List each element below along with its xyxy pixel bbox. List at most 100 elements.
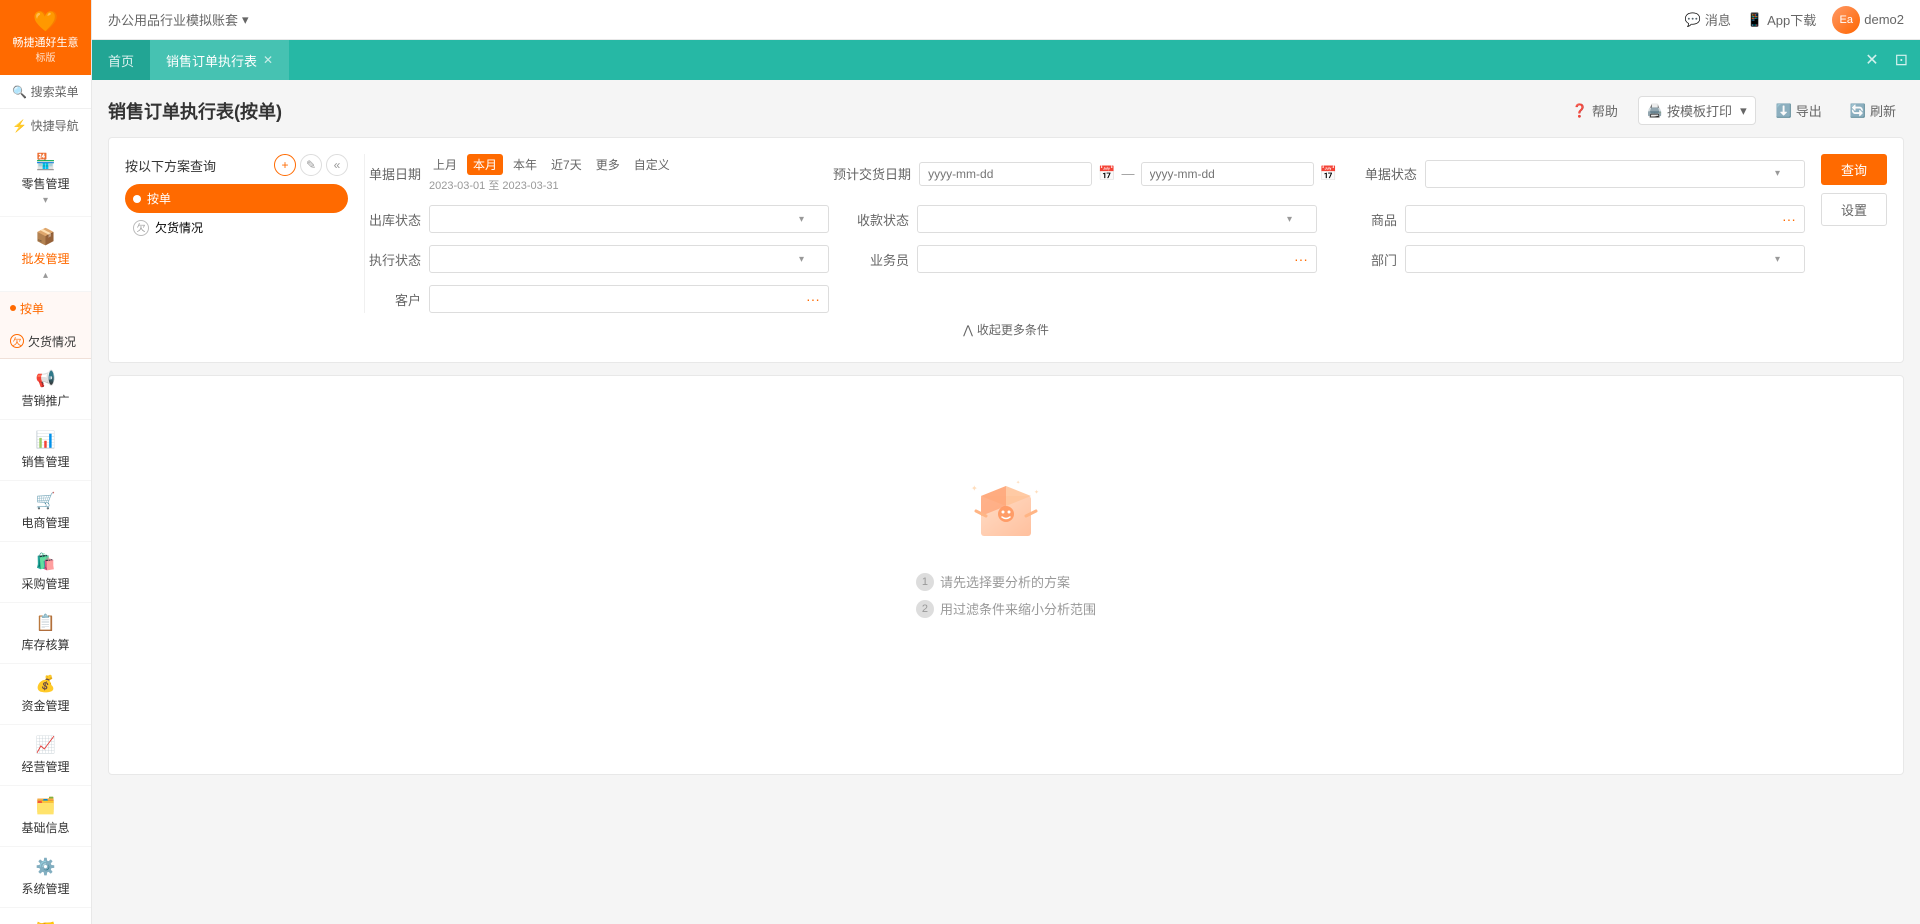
app-logo[interactable]: 🧡 畅捷通好生意 标版 (0, 0, 91, 75)
customer-select[interactable]: ··· (429, 285, 829, 313)
scheme-dot-icon (133, 195, 141, 203)
system-label: 系统管理 (21, 880, 69, 897)
date-tab-this-year[interactable]: 本年 (509, 154, 541, 175)
help-btn[interactable]: ❓ 帮助 (1564, 97, 1626, 124)
scheme-add-btn[interactable]: + (274, 154, 296, 176)
sidebar: 🧡 畅捷通好生意 标版 🔍 搜索菜单 ⚡ 快捷导航 🏪 零售管理 ▾ 📦 批发管… (0, 0, 92, 924)
filter-row-3: 执行状态 ▾ 业务员 ··· (365, 245, 1805, 273)
date-label: 单据日期 (365, 164, 421, 183)
empty-state: ✦ ✦ ✦ 1 请先选择要分析的方案 2 用过滤条件来缩小分析范围 (109, 376, 1903, 698)
date-tab-last-month[interactable]: 上月 (429, 154, 461, 175)
date-tabs: 上月 本月 本年 近7天 更多 自定义 (429, 154, 809, 175)
scheme-item-order[interactable]: 按单 (125, 184, 348, 213)
inventory-icon: 📋 (36, 613, 56, 633)
query-btn[interactable]: 查询 (1821, 154, 1887, 185)
empty-illustration: ✦ ✦ ✦ (956, 456, 1056, 556)
filter-row-1: 单据日期 上月 本月 本年 近7天 更多 自定义 20 (365, 154, 1805, 193)
expected-date-inputs: 📅 — 📅 (919, 162, 1337, 186)
header-right: 💬 消息 📱 App下载 Ea demo2 (1685, 6, 1904, 34)
ship-chevron-icon: ▾ (799, 214, 804, 225)
svg-text:✦: ✦ (971, 484, 978, 493)
retail-arrow-icon: ▾ (43, 195, 48, 206)
dept-chevron-icon: ▾ (1775, 254, 1780, 265)
scheme-edit-btn[interactable]: ✎ (300, 154, 322, 176)
industry-dropdown-icon: ▾ (242, 12, 249, 28)
filter-row-2: 出库状态 ▾ 收款状态 ▾ (365, 205, 1805, 233)
app-download-btn[interactable]: 📱 App下载 (1747, 10, 1816, 29)
expected-date-to[interactable] (1141, 162, 1314, 186)
exec-label: 执行状态 (365, 250, 421, 269)
sidebar-item-wholesale[interactable]: 📦 批发管理 ▴ (0, 217, 91, 292)
page-header-actions: ❓ 帮助 🖨️ 按模板打印 ▾ ⬇️ 导出 🔄 刷新 (1564, 96, 1904, 125)
svg-text:✦: ✦ (1034, 489, 1039, 496)
sidebar-item-sales[interactable]: 📊 销售管理 (0, 420, 91, 481)
sidebar-item-retail[interactable]: 🏪 零售管理 ▾ (0, 142, 91, 217)
filter-field-salesperson: 业务员 ··· (853, 245, 1317, 273)
sidebar-nav-title[interactable]: ⚡ 快捷导航 (0, 109, 91, 142)
user-profile[interactable]: Ea demo2 (1832, 6, 1904, 34)
calendar-from-icon[interactable]: 📅 (1098, 165, 1115, 182)
sidebar-search[interactable]: 🔍 搜索菜单 (0, 75, 91, 109)
tab-close-action-btn[interactable]: ✕ (1861, 46, 1882, 74)
sidebar-item-marketing[interactable]: 📢 营销推广 (0, 359, 91, 420)
finance-label: 资金管理 (21, 697, 69, 714)
collapse-bar[interactable]: ⋀ 收起更多条件 (125, 313, 1887, 346)
date-tab-7days[interactable]: 近7天 (547, 154, 586, 175)
refresh-btn[interactable]: 🔄 刷新 (1842, 97, 1904, 124)
collapse-label: 收起更多条件 (977, 321, 1049, 338)
sidebar-item-system[interactable]: ⚙️ 系统管理 (0, 847, 91, 908)
industry-name: 办公用品行业模拟账套 (108, 10, 238, 29)
tab-sales-order[interactable]: 销售订单执行表 ✕ (150, 40, 289, 80)
sidebar-item-finance[interactable]: 💰 资金管理 (0, 664, 91, 725)
date-tab-custom[interactable]: 自定义 (630, 154, 674, 175)
sidebar-item-operations[interactable]: 📈 经营管理 (0, 725, 91, 786)
filter-fields: 单据日期 上月 本月 本年 近7天 更多 自定义 20 (365, 154, 1805, 313)
calendar-to-icon[interactable]: 📅 (1320, 165, 1337, 182)
query-actions: 查询 设置 (1821, 154, 1887, 313)
message-btn[interactable]: 💬 消息 (1685, 10, 1731, 29)
date-tab-more[interactable]: 更多 (592, 154, 624, 175)
payment-label: 收款状态 (853, 210, 909, 229)
sidebar-item-enterprise[interactable]: 🤝 企业协同 (0, 908, 91, 924)
settings-btn[interactable]: 设置 (1821, 193, 1887, 226)
payment-select[interactable]: ▾ (917, 205, 1317, 233)
ecommerce-icon: 🛒 (36, 491, 56, 511)
ship-select[interactable]: ▾ (429, 205, 829, 233)
print-btn[interactable]: 🖨️ 按模板打印 ▾ (1638, 96, 1756, 125)
sidebar-item-basic[interactable]: 🗂️ 基础信息 (0, 786, 91, 847)
page-title: 销售订单执行表(按单) (108, 98, 282, 124)
empty-tip-1: 1 请先选择要分析的方案 (916, 572, 1096, 591)
submenu-item-backorder[interactable]: 欠 欠货情况 (0, 325, 91, 358)
content-area: ✦ ✦ ✦ 1 请先选择要分析的方案 2 用过滤条件来缩小分析范围 (108, 375, 1904, 775)
scheme-order-label: 按单 (147, 190, 171, 207)
salesperson-select[interactable]: ··· (917, 245, 1317, 273)
app-subtext: 标版 (36, 53, 56, 64)
tab-restore-action-btn[interactable]: ⊡ (1891, 46, 1912, 74)
message-label: 消息 (1705, 10, 1731, 29)
scheme-item-backorder[interactable]: 欠 欠货情况 (125, 213, 348, 242)
sidebar-item-purchase[interactable]: 🛍️ 采购管理 (0, 542, 91, 603)
industry-selector[interactable]: 办公用品行业模拟账套 ▾ (108, 10, 249, 29)
sidebar-item-ecommerce[interactable]: 🛒 电商管理 (0, 481, 91, 542)
date-tab-this-month[interactable]: 本月 (467, 154, 503, 175)
status-label: 单据状态 (1361, 164, 1417, 183)
refresh-icon: 🔄 (1850, 103, 1866, 119)
tab-home[interactable]: 首页 (92, 40, 150, 80)
empty-tips: 1 请先选择要分析的方案 2 用过滤条件来缩小分析范围 (916, 572, 1096, 618)
retail-label: 零售管理 (21, 175, 69, 192)
expected-date-from[interactable] (919, 162, 1092, 186)
sidebar-item-inventory[interactable]: 📋 库存核算 (0, 603, 91, 664)
scheme-collapse-btn[interactable]: « (326, 154, 348, 176)
tab-close-btn[interactable]: ✕ (263, 53, 273, 67)
operations-label: 经营管理 (21, 758, 69, 775)
ship-label: 出库状态 (365, 210, 421, 229)
basic-icon: 🗂️ (36, 796, 56, 816)
goods-select[interactable]: ··· (1405, 205, 1805, 233)
dept-select[interactable]: ▾ (1405, 245, 1805, 273)
exec-select[interactable]: ▾ (429, 245, 829, 273)
download-icon: 📱 (1747, 12, 1763, 28)
status-select[interactable]: ▾ (1425, 160, 1805, 188)
submenu-item-order[interactable]: 按单 (0, 292, 91, 325)
export-btn[interactable]: ⬇️ 导出 (1768, 97, 1830, 124)
scheme-label: 按以下方案查询 (125, 156, 216, 175)
